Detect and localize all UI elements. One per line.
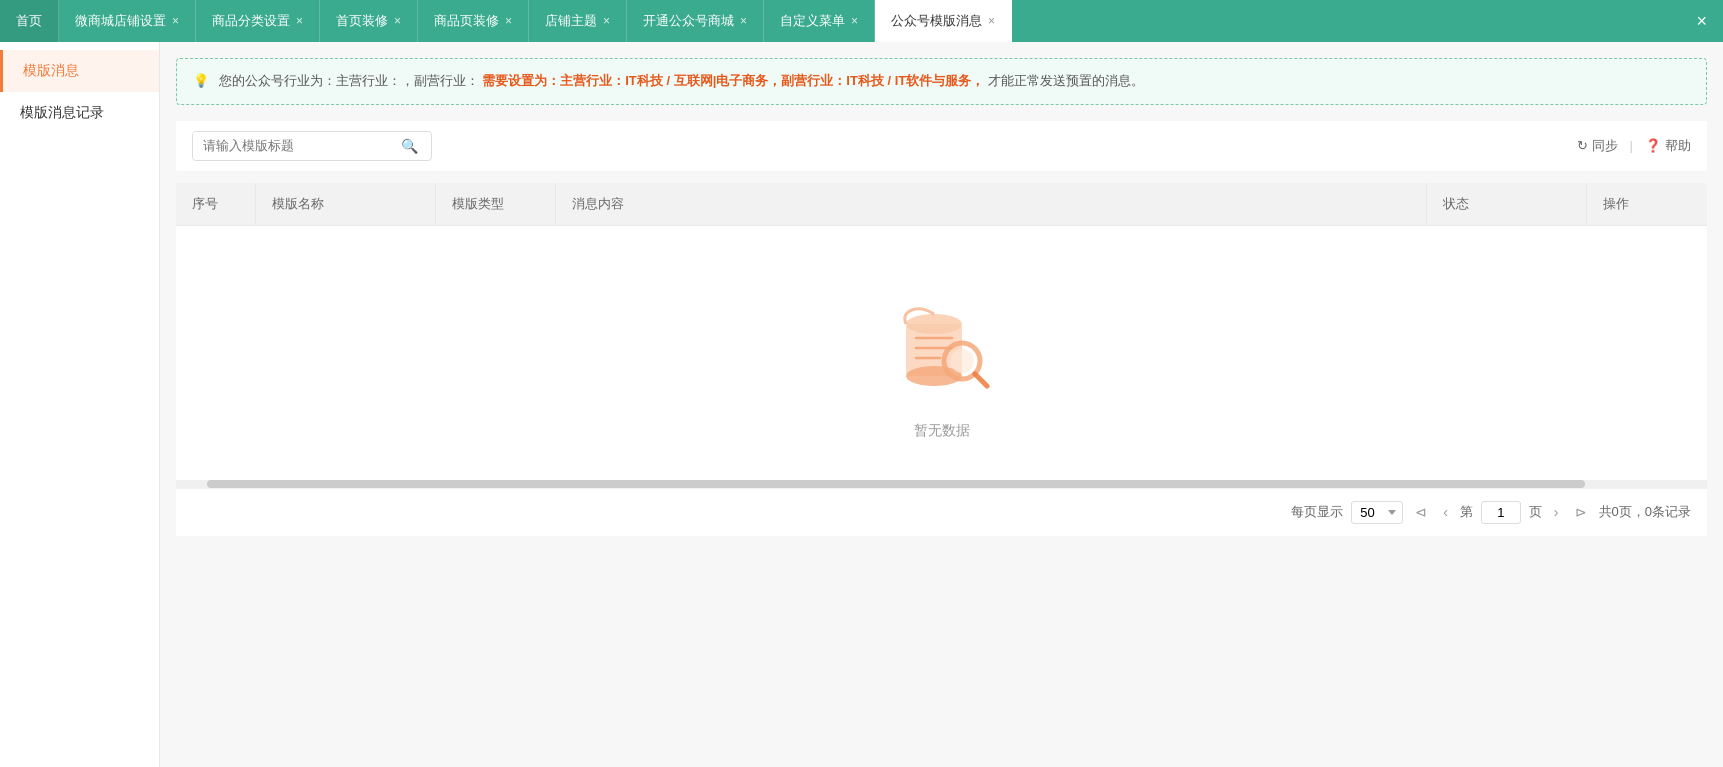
sidebar: 模版消息 模版消息记录 [0,42,160,767]
tab-product-category-close[interactable]: × [296,14,303,28]
tab-micro-shop-label: 微商城店铺设置 [75,12,166,30]
tab-home[interactable]: 首页 [0,0,59,42]
tab-shop-theme[interactable]: 店铺主题 × [529,0,627,42]
col-name: 模版名称 [256,183,436,225]
alert-suffix: 才能正常发送预置的消息。 [988,73,1144,88]
col-action: 操作 [1587,183,1707,225]
per-page-label: 每页显示 [1291,503,1343,521]
col-type: 模版类型 [436,183,556,225]
tab-micro-shop[interactable]: 微商城店铺设置 × [59,0,196,42]
tab-micro-shop-close[interactable]: × [172,14,179,28]
tab-custom-menu[interactable]: 自定义菜单 × [764,0,875,42]
search-input[interactable] [193,132,393,159]
horizontal-scrollbar[interactable] [176,480,1707,488]
main-layout: 模版消息 模版消息记录 💡 您的公众号行业为：主营行业：，副营行业： 需要设置为… [0,42,1723,767]
toolbar-divider: | [1630,138,1633,153]
tab-home-label: 首页 [16,12,42,30]
tab-custom-menu-label: 自定义菜单 [780,12,845,30]
main-content: 💡 您的公众号行业为：主营行业：，副营行业： 需要设置为：主营行业：IT科技 /… [160,42,1723,767]
tab-product-category[interactable]: 商品分类设置 × [196,0,320,42]
tab-product-decorate[interactable]: 商品页装修 × [418,0,529,42]
help-label: 帮助 [1665,137,1691,155]
per-page-select[interactable]: 10 20 50 100 [1351,501,1403,524]
data-table: 序号 模版名称 模版类型 消息内容 状态 操作 [176,183,1707,536]
pagination-bar: 每页显示 10 20 50 100 ⊲ ‹ 第 页 › ⊳ 共0页，0条记录 [176,488,1707,536]
prev-page-button[interactable]: ‹ [1439,502,1452,522]
tab-template-msg-label: 公众号模版消息 [891,12,982,30]
search-button[interactable]: 🔍 [393,132,426,160]
page-label-suf: 页 [1529,503,1542,521]
help-icon: ❓ [1645,138,1661,153]
tab-open-mall-close[interactable]: × [740,14,747,28]
tab-bar: 首页 微商城店铺设置 × 商品分类设置 × 首页装修 × 商品页装修 × 店铺主… [0,0,1723,42]
tab-home-decorate-label: 首页装修 [336,12,388,30]
svg-point-7 [950,349,974,373]
sync-button[interactable]: ↻ 同步 [1577,137,1618,155]
alert-box: 💡 您的公众号行业为：主营行业：，副营行业： 需要设置为：主营行业：IT科技 /… [176,58,1707,105]
empty-text: 暂无数据 [914,422,970,440]
table-header: 序号 模版名称 模版类型 消息内容 状态 操作 [176,183,1707,226]
alert-icon: 💡 [193,73,209,88]
tab-product-category-label: 商品分类设置 [212,12,290,30]
alert-prefix: 您的公众号行业为：主营行业：，副营行业： [219,73,479,88]
tab-custom-menu-close[interactable]: × [851,14,858,28]
sync-label: 同步 [1592,137,1618,155]
tab-template-msg-close[interactable]: × [988,14,995,28]
page-label-pre: 第 [1460,503,1473,521]
sidebar-item-template-msg-records[interactable]: 模版消息记录 [0,92,159,134]
tab-home-decorate[interactable]: 首页装修 × [320,0,418,42]
search-box: 🔍 [192,131,432,161]
help-button[interactable]: ❓ 帮助 [1645,137,1691,155]
toolbar-right: ↻ 同步 | ❓ 帮助 [1577,137,1691,155]
tab-product-decorate-close[interactable]: × [505,14,512,28]
scrollbar-thumb[interactable] [207,480,1585,488]
sync-icon: ↻ [1577,138,1588,153]
svg-line-8 [975,374,987,386]
col-status: 状态 [1427,183,1587,225]
alert-highlight: 需要设置为：主营行业：IT科技 / 互联网|电子商务，副营行业：IT科技 / I… [482,73,984,88]
tab-shop-theme-close[interactable]: × [603,14,610,28]
tab-product-decorate-label: 商品页装修 [434,12,499,30]
page-input[interactable] [1481,501,1521,524]
tab-open-mall-label: 开通公众号商城 [643,12,734,30]
tab-open-mall[interactable]: 开通公众号商城 × [627,0,764,42]
tab-bar-close-all[interactable]: × [1680,11,1723,32]
first-page-button[interactable]: ⊲ [1411,502,1431,522]
total-label: 共0页，0条记录 [1599,503,1691,521]
toolbar: 🔍 ↻ 同步 | ❓ 帮助 [176,121,1707,171]
tab-shop-theme-label: 店铺主题 [545,12,597,30]
tab-home-decorate-close[interactable]: × [394,14,401,28]
col-index: 序号 [176,183,256,225]
empty-state: 暂无数据 [176,226,1707,480]
last-page-button[interactable]: ⊳ [1571,502,1591,522]
sidebar-item-template-msg[interactable]: 模版消息 [0,50,159,92]
tab-template-msg[interactable]: 公众号模版消息 × [875,0,1012,42]
next-page-button[interactable]: › [1550,502,1563,522]
empty-illustration [882,286,1002,406]
col-content: 消息内容 [556,183,1427,225]
